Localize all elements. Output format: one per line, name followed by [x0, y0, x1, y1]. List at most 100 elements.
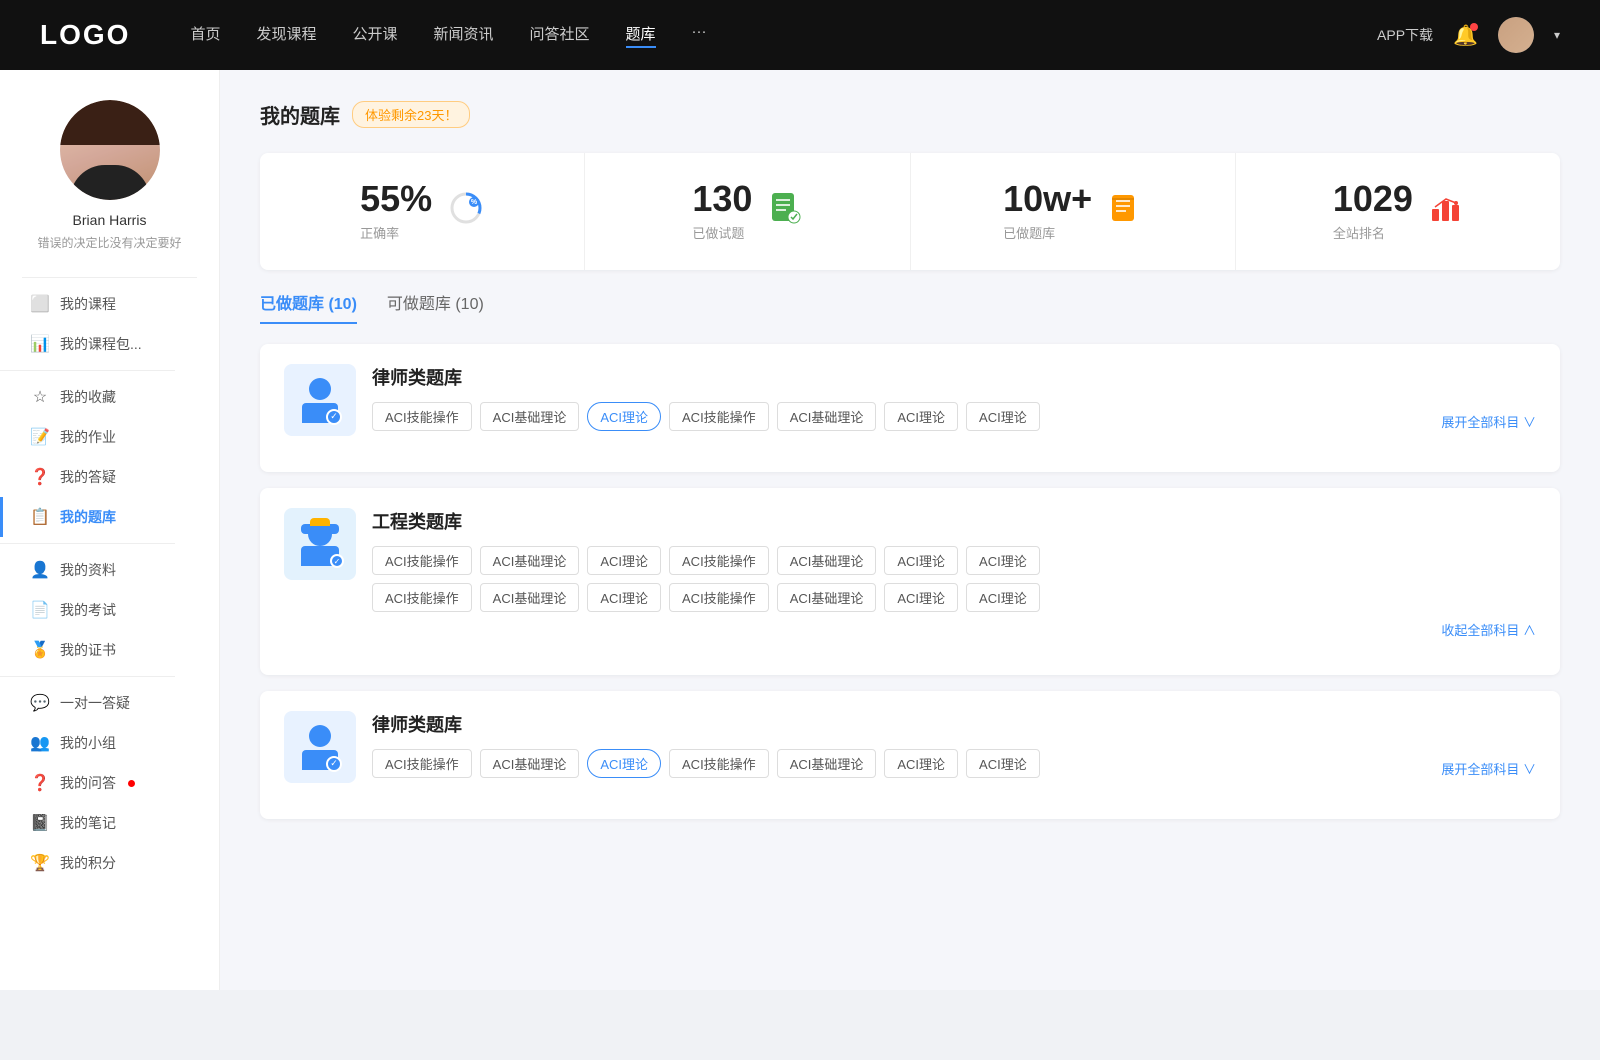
sidebar-item-questions[interactable]: ❓ 我的问答 [0, 763, 219, 803]
nav-home[interactable]: 首页 [190, 23, 220, 48]
sidebar-item-my-course[interactable]: ⬜ 我的课程 [0, 284, 219, 324]
stat-done-questions-label: 已做试题 [692, 223, 752, 242]
nav-open-course[interactable]: 公开课 [352, 23, 397, 48]
sidebar-item-label-notes: 我的笔记 [60, 813, 116, 833]
expand-button-lawyer1[interactable]: 展开全部科目 ∨ [1441, 412, 1536, 431]
engineer-bank-tags-row1: ACI技能操作 ACI基础理论 ACI理论 ACI技能操作 ACI基础理论 AC… [372, 546, 1536, 575]
bank-tag[interactable]: ACI理论 [884, 749, 958, 778]
stat-accuracy-label: 正确率 [360, 223, 432, 242]
bank-tag[interactable]: ACI基础理论 [480, 749, 580, 778]
notification-dot [1470, 23, 1478, 31]
expand-button-lawyer2[interactable]: 展开全部科目 ∨ [1441, 759, 1536, 778]
bank-tag[interactable]: ACI基础理论 [777, 749, 877, 778]
sidebar-item-label-bank: 我的题库 [60, 507, 116, 527]
notification-bell[interactable]: 🔔 [1453, 23, 1478, 48]
stat-done-banks-value: 10w+ [1003, 181, 1092, 217]
sidebar-item-label-favorites: 我的收藏 [60, 387, 116, 407]
bank-tag[interactable]: ACI技能操作 [669, 583, 769, 612]
bank-card-lawyer1: ✓ 律师类题库 ACI技能操作 ACI基础理论 ACI理论 ACI技能操作 AC… [260, 344, 1560, 472]
sidebar-item-label-tutoring: 一对一答疑 [60, 693, 130, 713]
tutoring-icon: 💬 [30, 693, 50, 713]
bank-tag[interactable]: ACI理论 [884, 583, 958, 612]
tabs-row: 已做题库 (10) 可做题库 (10) [260, 290, 1560, 324]
sidebar-item-homework[interactable]: 📝 我的作业 [0, 417, 219, 457]
sidebar-item-notes[interactable]: 📓 我的笔记 [0, 803, 219, 843]
nav-discover[interactable]: 发现课程 [256, 23, 316, 48]
bank-tag[interactable]: ACI理论 [966, 546, 1040, 575]
course-icon: ⬜ [30, 294, 50, 314]
sidebar-item-label-package: 我的课程包... [60, 334, 142, 354]
bank-tag[interactable]: ACI理论 [884, 402, 958, 431]
lawyer2-bank-name: 律师类题库 [372, 711, 1536, 737]
bank-tag-selected[interactable]: ACI理论 [587, 749, 661, 778]
sidebar-user-motto: 错误的决定比没有决定要好 [27, 234, 191, 251]
bank-tag[interactable]: ACI基础理论 [777, 546, 877, 575]
sidebar-item-label-points: 我的积分 [60, 853, 116, 873]
navbar: LOGO 首页 发现课程 公开课 新闻资讯 问答社区 题库 ··· APP下载 … [0, 0, 1600, 70]
sidebar-avatar[interactable] [60, 100, 160, 200]
bank-tag[interactable]: ACI基础理论 [480, 583, 580, 612]
sidebar-item-question-bank[interactable]: 📋 我的题库 [0, 497, 219, 537]
bank-tag[interactable]: ACI技能操作 [372, 749, 472, 778]
bank-card-engineer1: ✓ 工程类题库 ACI技能操作 ACI基础理论 ACI理论 ACI技能操作 AC… [260, 488, 1560, 675]
check-badge: ✓ [326, 409, 342, 425]
stat-accuracy: 55% 正确率 % [260, 153, 585, 270]
sidebar-item-course-package[interactable]: 📊 我的课程包... [0, 324, 219, 364]
sidebar-item-tutoring[interactable]: 💬 一对一答疑 [0, 683, 219, 723]
nav-news[interactable]: 新闻资讯 [434, 23, 494, 48]
tab-done-banks[interactable]: 已做题库 (10) [260, 290, 357, 324]
bank-tag[interactable]: ACI技能操作 [669, 546, 769, 575]
sidebar-item-profile[interactable]: 👤 我的资料 [0, 550, 219, 590]
engineer-bank-icon: ✓ [284, 508, 356, 580]
rank-icon [1429, 191, 1463, 232]
trial-badge[interactable]: 体验剩余23天！ [352, 101, 470, 128]
sidebar-item-groups[interactable]: 👥 我的小组 [0, 723, 219, 763]
sidebar-item-certificate[interactable]: 🏅 我的证书 [0, 630, 219, 670]
done-questions-icon [768, 191, 802, 232]
main-layout: Brian Harris 错误的决定比没有决定要好 ⬜ 我的课程 📊 我的课程包… [0, 70, 1600, 990]
sidebar: Brian Harris 错误的决定比没有决定要好 ⬜ 我的课程 📊 我的课程包… [0, 70, 220, 990]
bank-tag[interactable]: ACI理论 [587, 583, 661, 612]
app-download-button[interactable]: APP下载 [1377, 25, 1433, 45]
navbar-right: APP下载 🔔 ▾ [1377, 17, 1560, 53]
bank-tag[interactable]: ACI理论 [966, 402, 1040, 431]
bank-tag-selected[interactable]: ACI理论 [587, 402, 661, 431]
accuracy-icon: % [448, 190, 484, 233]
sidebar-item-favorites[interactable]: ☆ 我的收藏 [0, 377, 219, 417]
sidebar-divider-top [22, 277, 197, 278]
user-menu-chevron[interactable]: ▾ [1554, 28, 1560, 42]
collapse-button-engineer1[interactable]: 收起全部科目 ∧ [372, 620, 1536, 639]
sidebar-item-label-questions: 我的问答 [60, 773, 116, 793]
tab-available-banks[interactable]: 可做题库 (10) [387, 290, 484, 324]
nav-more[interactable]: ··· [692, 23, 707, 48]
exam-icon: 📄 [30, 600, 50, 620]
bank-tag[interactable]: ACI基础理论 [480, 546, 580, 575]
notes-icon: 📓 [30, 813, 50, 833]
check-badge2: ✓ [326, 756, 342, 772]
questions-notification-dot [128, 780, 135, 787]
sidebar-item-exam[interactable]: 📄 我的考试 [0, 590, 219, 630]
bank-tag[interactable]: ACI基础理论 [777, 583, 877, 612]
stat-rank-label: 全站排名 [1333, 223, 1413, 242]
bank-tag[interactable]: ACI理论 [966, 749, 1040, 778]
sidebar-item-qa[interactable]: ❓ 我的答疑 [0, 457, 219, 497]
sidebar-item-label-groups: 我的小组 [60, 733, 116, 753]
sidebar-item-points[interactable]: 🏆 我的积分 [0, 843, 219, 883]
bank-tag[interactable]: ACI理论 [966, 583, 1040, 612]
bank-tag[interactable]: ACI技能操作 [669, 402, 769, 431]
bank-tag[interactable]: ACI技能操作 [372, 583, 472, 612]
bank-tag[interactable]: ACI理论 [587, 546, 661, 575]
bank-tag[interactable]: ACI技能操作 [669, 749, 769, 778]
bank-tag[interactable]: ACI技能操作 [372, 402, 472, 431]
page-title: 我的题库 [260, 100, 340, 129]
sidebar-item-label-profile: 我的资料 [60, 560, 116, 580]
user-avatar[interactable] [1498, 17, 1534, 53]
certificate-icon: 🏅 [30, 640, 50, 660]
bank-tag[interactable]: ACI技能操作 [372, 546, 472, 575]
nav-question-bank[interactable]: 题库 [626, 23, 656, 48]
bank-tag[interactable]: ACI理论 [884, 546, 958, 575]
bank-tag[interactable]: ACI基础理论 [480, 402, 580, 431]
stat-rank-value: 1029 [1333, 181, 1413, 217]
bank-tag[interactable]: ACI基础理论 [777, 402, 877, 431]
nav-qa[interactable]: 问答社区 [530, 23, 590, 48]
